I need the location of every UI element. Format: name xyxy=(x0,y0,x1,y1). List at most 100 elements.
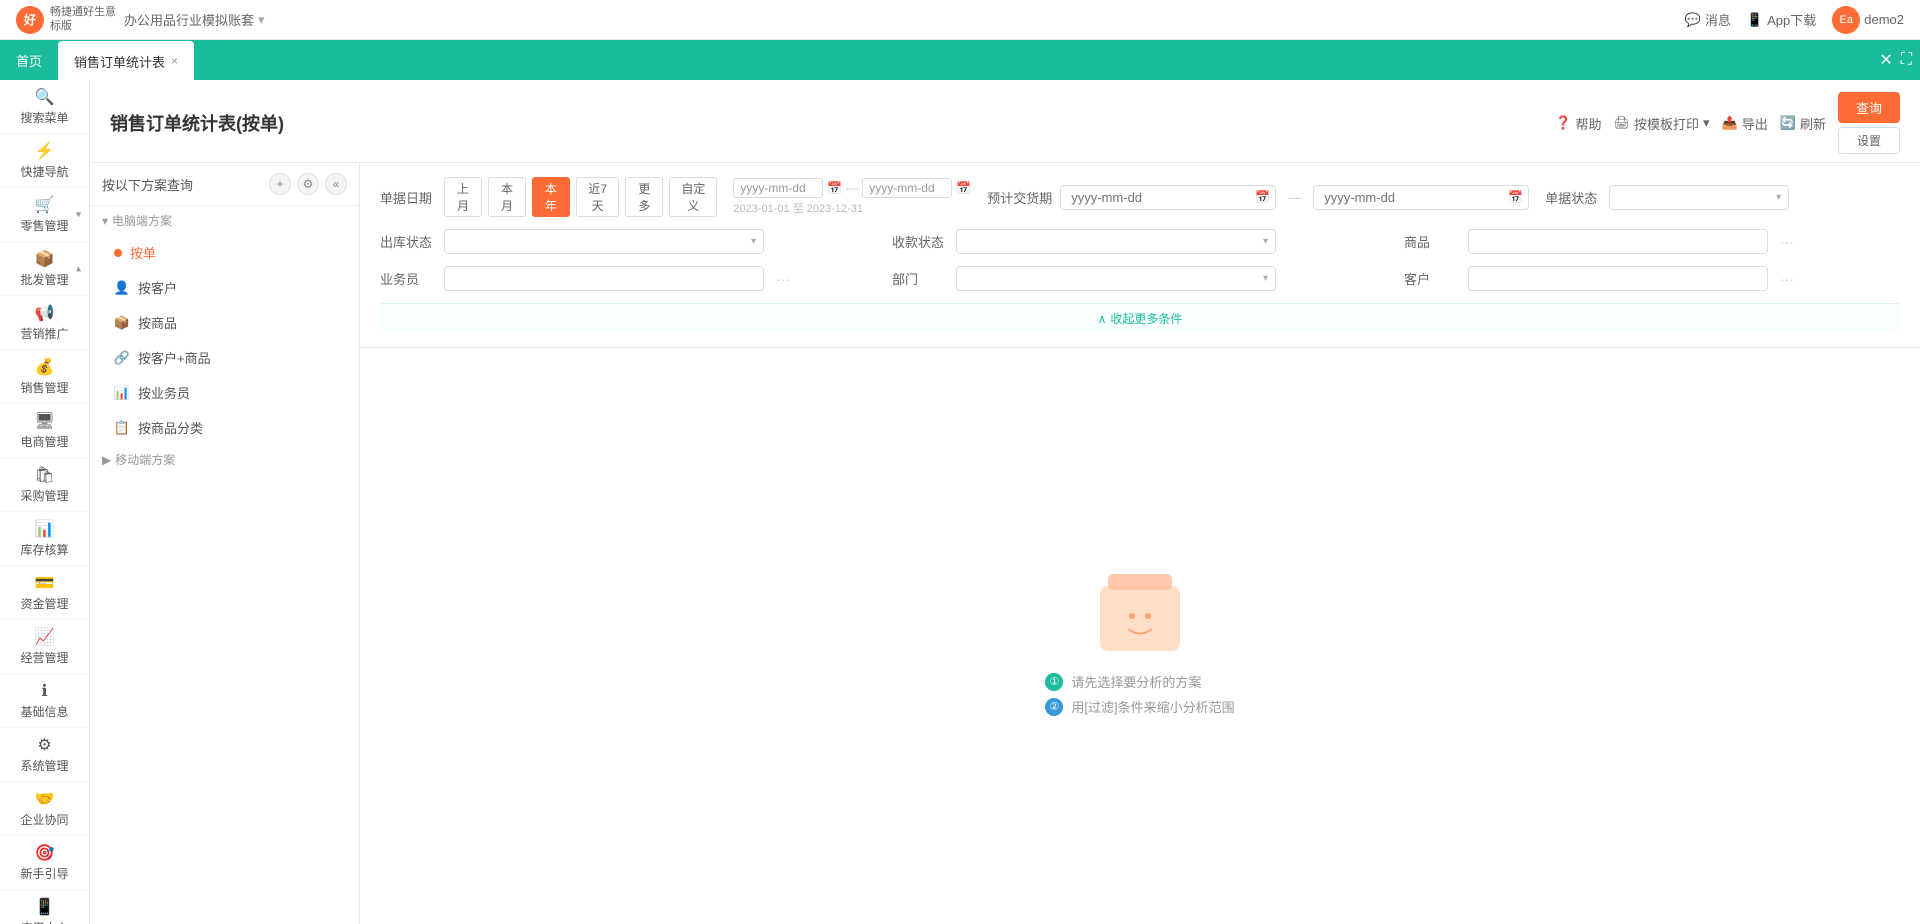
app-download-button[interactable]: 📱 App下载 xyxy=(1747,10,1816,29)
help-button[interactable]: ❓ 帮助 xyxy=(1555,114,1601,133)
basic-info-icon: ℹ xyxy=(41,681,47,701)
scheme-by-customer[interactable]: 👤 按客户 xyxy=(90,270,359,305)
download-icon: 📱 xyxy=(1747,12,1763,28)
department-select[interactable] xyxy=(956,266,1276,291)
query-button[interactable]: 查询 xyxy=(1838,92,1900,123)
scheme-by-salesperson[interactable]: 📊 按业务员 xyxy=(90,375,359,410)
newbie-icon: 🎯 xyxy=(35,843,55,863)
tab-home[interactable]: 首页 xyxy=(0,40,58,80)
this-month-btn[interactable]: 本月 xyxy=(488,177,526,217)
sidebar-item-operations[interactable]: 📈 经营管理 xyxy=(0,620,89,674)
add-scheme-button[interactable]: + xyxy=(269,173,291,195)
expected-delivery-start-wrapper: 📅 xyxy=(1060,185,1276,210)
empty-hints: ① 请先选择要分析的方案 ② 用[过滤]条件来缩小分析范围 xyxy=(1045,672,1234,716)
retail-icon: 🛒 xyxy=(35,195,55,215)
expected-delivery-col: 预计交货期 📅 — 📅 xyxy=(987,185,1529,210)
search-menu-icon: 🔍 xyxy=(35,87,55,107)
message-icon: 💬 xyxy=(1685,12,1701,28)
salesperson-scheme-icon: 📊 xyxy=(114,385,130,401)
top-bar-left: 好 畅捷通好生意 标版 办公用品行业模拟账套 ▾ xyxy=(16,6,265,34)
user-avatar-area[interactable]: Ea demo2 xyxy=(1832,6,1904,34)
delivery-status-col: 出库状态 ▾ xyxy=(380,229,876,254)
mobile-schemes-section[interactable]: ▶ 移动端方案 xyxy=(90,445,359,474)
collapse-panel-button[interactable]: « xyxy=(325,173,347,195)
sidebar-item-marketing[interactable]: 📢 营销推广 xyxy=(0,296,89,350)
custom-date-btn[interactable]: 自定义 xyxy=(669,177,717,217)
single-status-select[interactable] xyxy=(1609,185,1789,210)
customer-input[interactable] xyxy=(1468,266,1768,291)
settings-button[interactable]: 设置 xyxy=(1838,127,1900,154)
sidebar-item-app-center[interactable]: 📱 应用中心 xyxy=(0,890,89,924)
more-date-btn[interactable]: 更多 xyxy=(625,177,663,217)
product-scheme-icon: 📦 xyxy=(114,315,130,331)
last-month-btn[interactable]: 上月 xyxy=(444,177,482,217)
empty-state: ① 请先选择要分析的方案 ② 用[过滤]条件来缩小分析范围 xyxy=(360,348,1920,924)
payment-status-select[interactable] xyxy=(956,229,1276,254)
empty-state-icon xyxy=(1080,556,1200,656)
scheme-settings-button[interactable]: ⚙ xyxy=(297,173,319,195)
customer-scheme-icon: 👤 xyxy=(114,280,130,296)
collapse-filters-button[interactable]: ∧ 收起更多条件 xyxy=(380,303,1900,333)
logo-area: 好 畅捷通好生意 标版 xyxy=(16,6,116,34)
sidebar-item-retail[interactable]: 🛒 零售管理 ▾ xyxy=(0,188,89,242)
salesperson-input[interactable] xyxy=(444,266,764,291)
page-title: 销售订单统计表(按单) xyxy=(110,110,284,136)
app-center-icon: 📱 xyxy=(35,897,55,917)
sidebar-item-ecommerce[interactable]: 🖥 电商管理 xyxy=(0,404,89,458)
delivery-status-wrapper: ▾ xyxy=(444,229,764,254)
message-button[interactable]: 💬 消息 xyxy=(1685,10,1731,29)
this-year-btn[interactable]: 本年 xyxy=(532,177,570,217)
tab-close-icon[interactable]: × xyxy=(171,54,178,68)
last-7-days-btn[interactable]: 近7天 xyxy=(576,177,620,217)
scheme-by-product[interactable]: 📦 按商品 xyxy=(90,305,359,340)
expected-delivery-start-input[interactable] xyxy=(1060,185,1276,210)
scheme-by-product-category[interactable]: 📋 按商品分类 xyxy=(90,410,359,445)
active-indicator xyxy=(114,249,122,257)
sidebar-item-sales[interactable]: 💰 销售管理 xyxy=(0,350,89,404)
print-chevron-icon: ▾ xyxy=(1703,115,1710,131)
breadcrumb-arrow-icon[interactable]: ▾ xyxy=(258,12,265,28)
tab-sales-order-stats[interactable]: 销售订单统计表 × xyxy=(58,41,194,81)
payment-status-col: 收款状态 ▾ xyxy=(892,229,1388,254)
date-divider: — xyxy=(846,181,858,195)
sidebar-item-quick-nav[interactable]: ⚡ 快捷导航 xyxy=(0,134,89,188)
sidebar-item-system[interactable]: ⚙ 系统管理 xyxy=(0,728,89,782)
desktop-schemes-section[interactable]: ▾ 电脑端方案 xyxy=(90,206,359,235)
left-panel-header: 按以下方案查询 + ⚙ « xyxy=(90,163,359,206)
top-bar: 好 畅捷通好生意 标版 办公用品行业模拟账套 ▾ 💬 消息 📱 App下载 Ea… xyxy=(0,0,1920,40)
product-dots-button[interactable]: ··· xyxy=(1780,234,1794,250)
sales-icon: 💰 xyxy=(35,357,55,377)
date-start-input[interactable]: yyyy-mm-dd xyxy=(733,178,823,198)
delivery-status-label: 出库状态 xyxy=(380,232,436,251)
delivery-status-select[interactable] xyxy=(444,229,764,254)
date-end-input[interactable]: yyyy-mm-dd xyxy=(862,178,952,198)
print-template-button[interactable]: 🖨 按模板打印 ▾ xyxy=(1614,114,1710,133)
date-range-display: yyyy-mm-dd 📅 — yyyy-mm-dd 📅 2023-01-01 至 xyxy=(733,178,971,216)
salesperson-dots-button[interactable]: ··· xyxy=(776,271,790,287)
export-button[interactable]: 📤 导出 xyxy=(1722,114,1768,133)
sidebar-item-wholesale[interactable]: 📦 批发管理 ▴ xyxy=(0,242,89,296)
customer-dots-button[interactable]: ··· xyxy=(1780,271,1794,287)
avatar: Ea xyxy=(1832,6,1860,34)
product-input[interactable] xyxy=(1468,229,1768,254)
filter-row-1: 单据日期 上月 本月 本年 近7天 更多 自定义 xyxy=(380,177,1900,217)
collapse-up-icon: ∧ xyxy=(1098,312,1107,326)
scheme-by-order[interactable]: 按单 xyxy=(90,235,359,270)
sidebar-item-inventory[interactable]: 📊 库存核算 xyxy=(0,512,89,566)
refresh-button[interactable]: 🔄 刷新 xyxy=(1780,114,1826,133)
salesperson-col: 业务员 ··· xyxy=(380,266,876,291)
expected-delivery-end-input[interactable] xyxy=(1313,185,1529,210)
sidebar-item-finance[interactable]: 💳 资金管理 xyxy=(0,566,89,620)
quick-nav-icon: ⚡ xyxy=(35,141,55,161)
filter-row-2: 出库状态 ▾ 收款状态 xyxy=(380,229,1900,254)
department-col: 部门 ▾ xyxy=(892,266,1388,291)
sidebar-item-purchase[interactable]: 🛍 采购管理 xyxy=(0,458,89,512)
window-maximize-icon[interactable]: ⛶ xyxy=(1901,51,1912,69)
sidebar-item-enterprise[interactable]: 🤝 企业协同 xyxy=(0,782,89,836)
system-icon: ⚙ xyxy=(37,735,51,755)
sidebar-item-basic-info[interactable]: ℹ 基础信息 xyxy=(0,674,89,728)
sidebar-item-search-menu[interactable]: 🔍 搜索菜单 xyxy=(0,80,89,134)
window-close-icon[interactable]: ✕ xyxy=(1879,50,1892,70)
sidebar-item-newbie[interactable]: 🎯 新手引导 xyxy=(0,836,89,890)
scheme-by-customer-product[interactable]: 🔗 按客户+商品 xyxy=(90,340,359,375)
